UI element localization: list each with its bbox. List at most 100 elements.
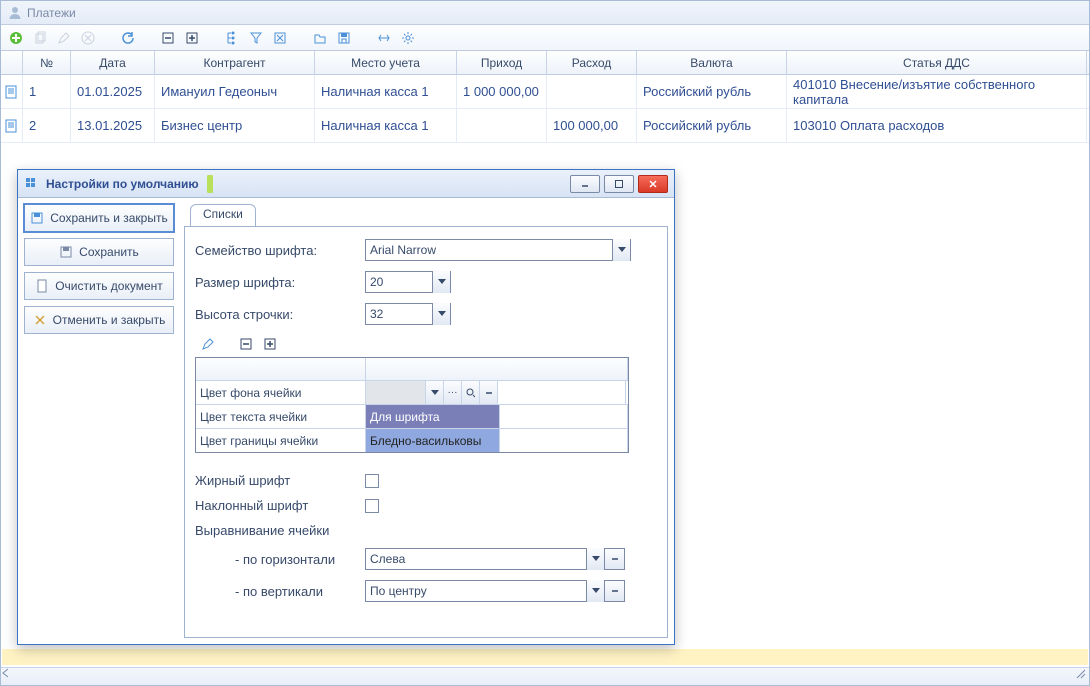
search-icon[interactable]: [462, 381, 480, 404]
maximize-button[interactable]: [604, 175, 634, 193]
cell-date: 01.01.2025: [71, 75, 155, 108]
main-window-title: Платежи: [27, 6, 76, 20]
grid-header: № Дата Контрагент Место учета Приход Рас…: [1, 51, 1089, 75]
align-h-combo[interactable]: Слева: [365, 548, 605, 570]
cell-agent: Имануил Гедеоныч: [155, 75, 315, 108]
settings-dialog: Настройки по умолчанию Сохранить и закры…: [17, 169, 675, 645]
refresh-icon[interactable]: [119, 29, 137, 47]
color-row-border[interactable]: Цвет границы ячейки Бледно-васильковы: [196, 428, 628, 452]
cell-out: 100 000,00: [547, 109, 637, 142]
excel-icon[interactable]: [271, 29, 289, 47]
collapse-icon[interactable]: [159, 29, 177, 47]
save-icon: [59, 245, 73, 259]
col-dds[interactable]: Статья ДДС: [787, 51, 1087, 74]
close-button[interactable]: [638, 175, 668, 193]
tab-content: Семейство шрифта: Arial Narrow Размер шр…: [184, 226, 668, 638]
bold-checkbox[interactable]: [365, 474, 379, 488]
align-section-label: Выравнивание ячейки: [195, 523, 435, 538]
chevron-down-icon[interactable]: [426, 381, 444, 404]
dialog-titlebar[interactable]: Настройки по умолчанию: [18, 170, 674, 198]
main-toolbar: [1, 25, 1089, 51]
add-icon[interactable]: [7, 29, 25, 47]
cell-in: [457, 109, 547, 142]
save-disk-icon[interactable]: [335, 29, 353, 47]
cell-agent: Бизнес центр: [155, 109, 315, 142]
table-row[interactable]: 1 01.01.2025 Имануил Гедеоныч Наличная к…: [1, 75, 1089, 109]
tab-lists[interactable]: Списки: [190, 204, 256, 226]
cancel-close-button[interactable]: Отменить и закрыть: [24, 306, 174, 334]
align-v-label: - по вертикали: [235, 584, 365, 599]
delete-icon: [79, 29, 97, 47]
minus-icon[interactable]: [480, 381, 498, 404]
chevron-down-icon[interactable]: [432, 271, 450, 293]
tree-icon[interactable]: [223, 29, 241, 47]
chevron-down-icon[interactable]: [432, 303, 450, 325]
bold-label: Жирный шрифт: [195, 473, 365, 488]
fit-width-icon[interactable]: [375, 29, 393, 47]
minimize-button[interactable]: [570, 175, 600, 193]
filter-icon[interactable]: [247, 29, 265, 47]
table-row[interactable]: 2 13.01.2025 Бизнес центр Наличная касса…: [1, 109, 1089, 143]
row-height-label: Высота строчки:: [195, 307, 365, 322]
doc-icon: [5, 119, 17, 133]
cell-in: 1 000 000,00: [457, 75, 547, 108]
color-grid: Цвет фона ячейки ··· Цвет текста ячейки …: [195, 357, 629, 453]
save-button[interactable]: Сохранить: [24, 238, 174, 266]
cancel-close-icon: [33, 313, 47, 327]
col-in[interactable]: Приход: [457, 51, 547, 74]
edit-row-icon[interactable]: [199, 335, 217, 353]
cell-num: 1: [23, 75, 71, 108]
font-family-combo[interactable]: Arial Narrow: [365, 239, 631, 261]
chevron-down-icon[interactable]: [612, 239, 630, 261]
chevron-down-icon[interactable]: [586, 548, 604, 570]
col-cur[interactable]: Валюта: [637, 51, 787, 74]
dialog-title: Настройки по умолчанию: [46, 177, 199, 191]
cell-cur: Российский рубль: [637, 109, 787, 142]
col-num[interactable]: №: [23, 51, 71, 74]
cell-out: [547, 75, 637, 108]
italic-label: Наклонный шрифт: [195, 498, 365, 513]
clear-doc-button[interactable]: Очистить документ: [24, 272, 174, 300]
edit-icon: [55, 29, 73, 47]
save-close-button[interactable]: Сохранить и закрыть: [24, 204, 174, 232]
folder-icon[interactable]: [311, 29, 329, 47]
font-family-label: Семейство шрифта:: [195, 243, 365, 258]
minus-icon[interactable]: [605, 580, 625, 602]
cell-date: 13.01.2025: [71, 109, 155, 142]
font-size-combo[interactable]: 20: [365, 271, 451, 293]
gear-icon[interactable]: [399, 29, 417, 47]
col-out[interactable]: Расход: [547, 51, 637, 74]
chevron-down-icon[interactable]: [586, 580, 604, 602]
color-row-text[interactable]: Цвет текста ячейки Для шрифта: [196, 404, 628, 428]
cell-place: Наличная касса 1: [315, 109, 457, 142]
collapse-icon[interactable]: [237, 335, 255, 353]
scroll-left-icon[interactable]: [1, 668, 11, 678]
align-h-label: - по горизонтали: [235, 552, 365, 567]
user-icon: [7, 5, 23, 21]
font-size-label: Размер шрифта:: [195, 275, 365, 290]
more-icon[interactable]: ···: [444, 381, 462, 404]
color-row-bg[interactable]: Цвет фона ячейки ···: [196, 380, 628, 404]
main-window-titlebar: Платежи: [1, 1, 1089, 25]
drag-grip[interactable]: [207, 175, 213, 193]
expand-icon[interactable]: [261, 335, 279, 353]
col-place[interactable]: Место учета: [315, 51, 457, 74]
row-height-combo[interactable]: 32: [365, 303, 451, 325]
col-date[interactable]: Дата: [71, 51, 155, 74]
col-icon[interactable]: [1, 51, 23, 74]
resize-grip-icon[interactable]: [1075, 668, 1087, 680]
expand-icon[interactable]: [183, 29, 201, 47]
col-agent[interactable]: Контрагент: [155, 51, 315, 74]
minus-icon[interactable]: [605, 548, 625, 570]
copy-icon: [31, 29, 49, 47]
cell-dds: 401010 Внесение/изъятие собственного кап…: [787, 75, 1087, 108]
save-close-icon: [30, 211, 44, 225]
highlight-bar: [2, 649, 1088, 665]
clear-doc-icon: [35, 279, 49, 293]
italic-checkbox[interactable]: [365, 499, 379, 513]
tab-bar: Списки: [184, 204, 668, 226]
dialog-icon: [24, 177, 40, 191]
cell-place: Наличная касса 1: [315, 75, 457, 108]
cell-num: 2: [23, 109, 71, 142]
align-v-combo[interactable]: По центру: [365, 580, 605, 602]
